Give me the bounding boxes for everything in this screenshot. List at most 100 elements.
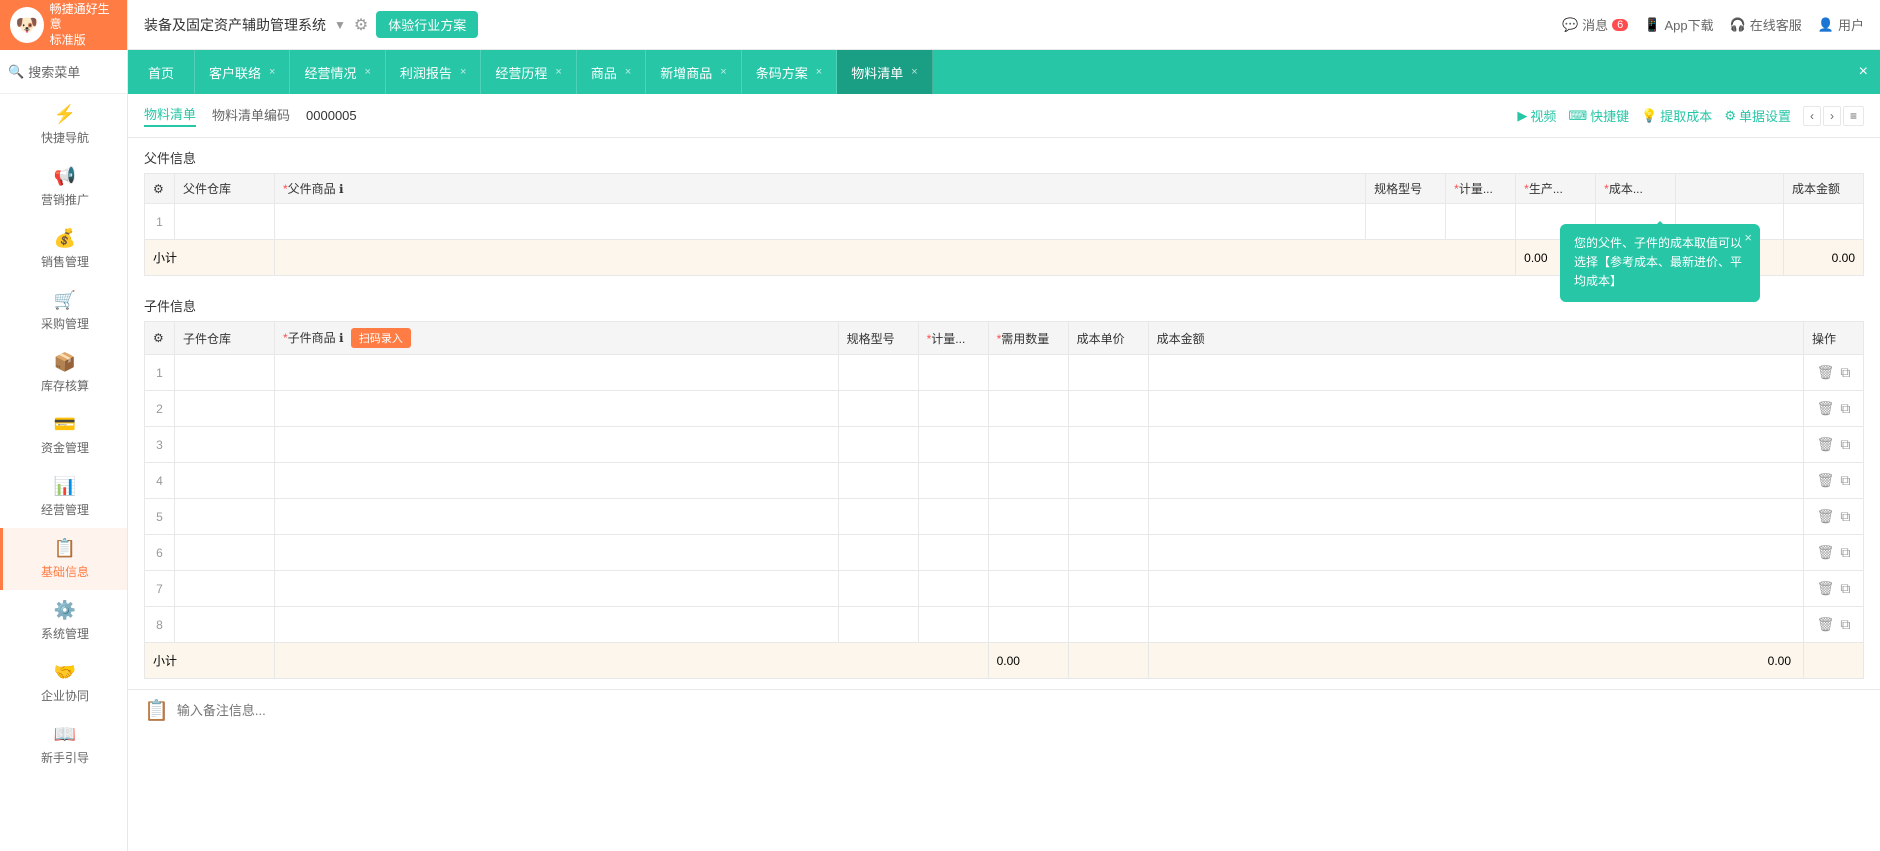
child-unit-cost-input-2[interactable] <box>1069 391 1148 426</box>
tab-operations-close[interactable]: × <box>364 66 370 78</box>
close-all-tabs-btn[interactable]: × <box>1847 63 1880 81</box>
tab-bom-close[interactable]: × <box>911 66 917 78</box>
child-unit-input-7[interactable] <box>919 571 988 606</box>
child-spec-input-8[interactable] <box>839 607 918 642</box>
child-warehouse-1[interactable] <box>175 355 275 391</box>
child-spec-input-3[interactable] <box>839 427 918 462</box>
child-spec-input-1[interactable] <box>839 355 918 390</box>
doc-settings-btn[interactable]: ⚙ 单据设置 <box>1724 106 1791 125</box>
copy-icon-7[interactable]: ⧉ <box>1840 580 1850 597</box>
child-goods-5[interactable] <box>275 499 839 535</box>
child-unit-input-5[interactable] <box>919 499 988 534</box>
child-unit-2[interactable] <box>918 391 988 427</box>
child-unit-cost-3[interactable] <box>1068 427 1148 463</box>
tab-barcode-close[interactable]: × <box>816 66 822 78</box>
parent-col-settings[interactable]: ⚙ <box>145 174 175 204</box>
delete-icon-2[interactable]: 🗑 <box>1817 400 1835 417</box>
extract-cost-btn[interactable]: 💡 提取成本 <box>1641 106 1712 125</box>
child-goods-6[interactable] <box>275 535 839 571</box>
copy-icon-3[interactable]: ⧉ <box>1840 436 1850 453</box>
child-unit-cost-input-4[interactable] <box>1069 463 1148 498</box>
child-goods-input-8[interactable] <box>275 607 838 642</box>
child-unit-cost-1[interactable] <box>1068 355 1148 391</box>
tab-barcode[interactable]: 条码方案 × <box>742 50 837 94</box>
scan-btn[interactable]: 扫码录入 <box>351 328 411 348</box>
child-unit-cost-6[interactable] <box>1068 535 1148 571</box>
parent-spec-input-1[interactable] <box>1366 204 1445 239</box>
child-goods-input-7[interactable] <box>275 571 838 606</box>
child-unit-cost-input-8[interactable] <box>1069 607 1148 642</box>
child-unit-input-2[interactable] <box>919 391 988 426</box>
child-qty-input-8[interactable] <box>989 607 1068 642</box>
sidebar-item-cooperation[interactable]: 🤝 企业协同 <box>0 652 127 714</box>
child-unit-input-4[interactable] <box>919 463 988 498</box>
sidebar-item-quick-nav[interactable]: ⚡ 快捷导航 <box>0 94 127 156</box>
child-unit-cost-input-1[interactable] <box>1069 355 1148 390</box>
child-warehouse-input-3[interactable] <box>175 427 274 462</box>
child-spec-5[interactable] <box>838 499 918 535</box>
child-spec-7[interactable] <box>838 571 918 607</box>
child-warehouse-7[interactable] <box>175 571 275 607</box>
child-unit-cost-input-6[interactable] <box>1069 535 1148 570</box>
child-qty-input-5[interactable] <box>989 499 1068 534</box>
child-warehouse-input-2[interactable] <box>175 391 274 426</box>
child-warehouse-input-1[interactable] <box>175 355 274 390</box>
settings-icon[interactable]: ⚙ <box>354 15 368 35</box>
sidebar-item-guide[interactable]: 📖 新手引导 <box>0 714 127 776</box>
child-unit-4[interactable] <box>918 463 988 499</box>
nav-next-btn[interactable]: › <box>1823 106 1841 126</box>
tab-home[interactable]: 首页 <box>128 50 195 94</box>
tab-new-goods-close[interactable]: × <box>720 66 726 78</box>
sub-tab-bom[interactable]: 物料清单 <box>144 104 196 127</box>
shortcut-btn[interactable]: ⌨ 快捷键 <box>1568 106 1629 125</box>
search-menu-btn[interactable]: 🔍 搜索菜单 <box>8 58 119 85</box>
child-goods-input-2[interactable] <box>275 391 838 426</box>
child-spec-input-4[interactable] <box>839 463 918 498</box>
child-goods-input-1[interactable] <box>275 355 838 390</box>
child-warehouse-input-8[interactable] <box>175 607 274 642</box>
video-btn[interactable]: ▶ 视频 <box>1517 106 1556 125</box>
child-unit-cost-8[interactable] <box>1068 607 1148 643</box>
child-spec-2[interactable] <box>838 391 918 427</box>
child-unit-cost-input-3[interactable] <box>1069 427 1148 462</box>
child-qty-input-4[interactable] <box>989 463 1068 498</box>
tab-history-close[interactable]: × <box>555 66 561 78</box>
child-qty-8[interactable] <box>988 607 1068 643</box>
tooltip-close-btn[interactable]: × <box>1744 228 1752 249</box>
child-qty-4[interactable] <box>988 463 1068 499</box>
note-input[interactable] <box>177 703 1864 718</box>
copy-icon-1[interactable]: ⧉ <box>1840 364 1850 381</box>
child-unit-cost-input-5[interactable] <box>1069 499 1148 534</box>
child-spec-input-5[interactable] <box>839 499 918 534</box>
tab-customer[interactable]: 客户联络 × <box>195 50 290 94</box>
child-warehouse-input-4[interactable] <box>175 463 274 498</box>
child-goods-3[interactable] <box>275 427 839 463</box>
parent-goods-1[interactable] <box>275 204 1366 240</box>
child-warehouse-8[interactable] <box>175 607 275 643</box>
message-btn[interactable]: 💬 消息 6 <box>1562 15 1628 34</box>
copy-icon-6[interactable]: ⧉ <box>1840 544 1850 561</box>
child-goods-2[interactable] <box>275 391 839 427</box>
parent-unit-1[interactable] <box>1446 204 1516 240</box>
child-unit-3[interactable] <box>918 427 988 463</box>
tab-goods-close[interactable]: × <box>625 66 631 78</box>
child-goods-1[interactable] <box>275 355 839 391</box>
child-warehouse-2[interactable] <box>175 391 275 427</box>
app-download-btn[interactable]: 📱 App下载 <box>1644 15 1713 34</box>
tab-history[interactable]: 经营历程 × <box>481 50 576 94</box>
nav-list-btn[interactable]: ≡ <box>1843 106 1864 126</box>
child-goods-input-3[interactable] <box>275 427 838 462</box>
copy-icon-8[interactable]: ⧉ <box>1840 616 1850 633</box>
copy-icon-2[interactable]: ⧉ <box>1840 400 1850 417</box>
child-unit-cost-2[interactable] <box>1068 391 1148 427</box>
nav-prev-btn[interactable]: ‹ <box>1803 106 1821 126</box>
child-unit-7[interactable] <box>918 571 988 607</box>
child-qty-3[interactable] <box>988 427 1068 463</box>
tab-bom[interactable]: 物料清单 × <box>837 50 932 94</box>
delete-icon-6[interactable]: 🗑 <box>1817 544 1835 561</box>
child-qty-5[interactable] <box>988 499 1068 535</box>
child-spec-1[interactable] <box>838 355 918 391</box>
child-unit-cost-input-7[interactable] <box>1069 571 1148 606</box>
tab-goods[interactable]: 商品 × <box>577 50 646 94</box>
tab-customer-close[interactable]: × <box>269 66 275 78</box>
